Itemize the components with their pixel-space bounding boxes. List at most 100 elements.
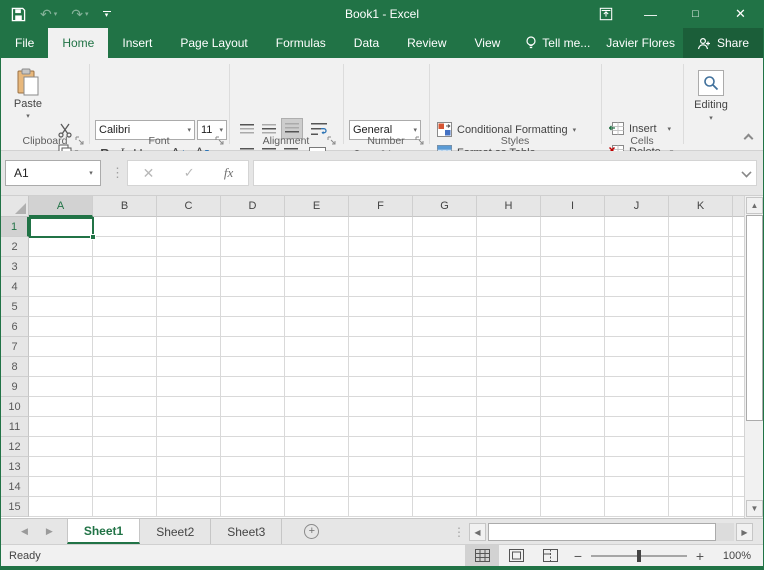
- font-dialog-launcher-icon[interactable]: [215, 136, 225, 146]
- page-break-preview-button[interactable]: [533, 545, 567, 567]
- horizontal-scrollbar-thumb[interactable]: [488, 523, 716, 541]
- selected-cell-outline[interactable]: [29, 217, 94, 238]
- scroll-up-icon[interactable]: ▲: [746, 197, 763, 214]
- name-box-dropdown-icon[interactable]: ▾: [82, 161, 100, 185]
- insert-function-icon[interactable]: fx: [224, 165, 233, 181]
- group-divider: [89, 64, 90, 144]
- name-box[interactable]: A1 ▾: [5, 160, 101, 186]
- scroll-right-icon[interactable]: ▶: [736, 523, 753, 541]
- zoom-slider-thumb[interactable]: [637, 550, 641, 562]
- ribbon-tab[interactable]: File: [1, 28, 48, 58]
- clipboard-dialog-launcher-icon[interactable]: [75, 136, 85, 146]
- editing-dropdown-icon[interactable]: ▾: [709, 114, 713, 122]
- horizontal-scrollbar-track[interactable]: [716, 523, 734, 541]
- maximize-icon[interactable]: □: [673, 0, 718, 28]
- tell-me-label: Tell me...: [542, 36, 590, 50]
- conditional-formatting-dropdown-icon[interactable]: ▾: [573, 126, 577, 134]
- select-all-button[interactable]: [1, 196, 29, 217]
- ribbon-tab[interactable]: View: [461, 28, 515, 58]
- row-header[interactable]: 10: [1, 397, 29, 417]
- formula-bar-splitter[interactable]: ⋮: [111, 164, 124, 182]
- vertical-scrollbar-thumb[interactable]: [746, 215, 763, 421]
- column-header[interactable]: F: [349, 196, 413, 217]
- row-header[interactable]: 5: [1, 297, 29, 317]
- tab-bar-splitter[interactable]: ⋮: [453, 523, 465, 541]
- minimize-icon[interactable]: —: [628, 0, 673, 28]
- page-break-preview-icon: [543, 549, 558, 562]
- insert-dropdown-icon[interactable]: ▾: [668, 125, 672, 133]
- fill-handle[interactable]: [90, 234, 96, 240]
- number-dialog-launcher-icon[interactable]: [415, 136, 425, 146]
- font-size-dropdown-icon[interactable]: ▾: [215, 126, 223, 134]
- paste-button[interactable]: Paste ▾: [9, 64, 47, 140]
- column-header[interactable]: C: [157, 196, 221, 217]
- column-header[interactable]: B: [93, 196, 157, 217]
- zoom-slider[interactable]: [591, 555, 687, 557]
- sheet-cells[interactable]: [29, 217, 745, 517]
- alignment-dialog-launcher-icon[interactable]: [327, 136, 337, 146]
- row-header[interactable]: 14: [1, 477, 29, 497]
- column-header[interactable]: I: [541, 196, 605, 217]
- customize-quick-access-icon[interactable]: ▾: [103, 3, 111, 25]
- column-header[interactable]: H: [477, 196, 541, 217]
- ribbon-tab[interactable]: Data: [340, 28, 393, 58]
- column-header[interactable]: G: [413, 196, 477, 217]
- enter-entry-icon[interactable]: ✓: [184, 165, 195, 181]
- vertical-scrollbar[interactable]: ▲ ▼: [744, 196, 763, 518]
- row-header[interactable]: 4: [1, 277, 29, 297]
- user-account[interactable]: Javier Flores: [598, 28, 683, 58]
- row-header[interactable]: 13: [1, 457, 29, 477]
- ribbon-tab[interactable]: Page Layout: [166, 28, 261, 58]
- row-header[interactable]: 12: [1, 437, 29, 457]
- normal-view-button[interactable]: [465, 545, 499, 567]
- ribbon-tab[interactable]: Home: [48, 28, 108, 58]
- next-sheet-icon[interactable]: ▶: [46, 526, 53, 537]
- scroll-down-icon[interactable]: ▼: [746, 500, 763, 517]
- zoom-out-icon[interactable]: −: [567, 548, 589, 564]
- share-button[interactable]: Share: [683, 28, 763, 58]
- tell-me-box[interactable]: Tell me...: [517, 28, 598, 58]
- row-header[interactable]: 15: [1, 497, 29, 517]
- cancel-entry-icon[interactable]: ✕: [143, 165, 155, 182]
- previous-sheet-icon[interactable]: ◀: [21, 526, 28, 537]
- paste-dropdown-icon[interactable]: ▾: [26, 112, 30, 120]
- row-header[interactable]: 1: [1, 217, 29, 237]
- ribbon-tab[interactable]: Insert: [108, 28, 166, 58]
- sheet-tab[interactable]: Sheet1: [67, 519, 140, 544]
- column-header[interactable]: A: [29, 196, 93, 217]
- font-name-dropdown-icon[interactable]: ▾: [183, 126, 191, 134]
- scroll-left-icon[interactable]: ◀: [469, 523, 486, 541]
- page-layout-view-button[interactable]: [499, 545, 533, 567]
- conditional-formatting-button[interactable]: Conditional Formatting: [457, 124, 568, 136]
- row-header[interactable]: 6: [1, 317, 29, 337]
- row-header[interactable]: 8: [1, 357, 29, 377]
- editing-group-button[interactable]: Editing ▾: [689, 64, 733, 142]
- collapse-ribbon-icon[interactable]: [745, 135, 752, 142]
- row-header[interactable]: 7: [1, 337, 29, 357]
- column-header[interactable]: D: [221, 196, 285, 217]
- zoom-in-icon[interactable]: +: [689, 548, 711, 564]
- ribbon-display-options-icon[interactable]: [583, 0, 628, 28]
- sheet-tab[interactable]: Sheet2: [140, 519, 211, 544]
- sheet-tab[interactable]: Sheet3: [211, 519, 282, 544]
- ribbon-tab[interactable]: Formulas: [262, 28, 340, 58]
- close-icon[interactable]: ✕: [718, 0, 763, 28]
- row-header[interactable]: 2: [1, 237, 29, 257]
- worksheet-area: ABCDEFGHIJK 123456789101112131415 ▲ ▼: [1, 196, 763, 518]
- row-header[interactable]: 3: [1, 257, 29, 277]
- undo-icon[interactable]: ↶▾: [40, 3, 57, 25]
- number-format-dropdown-icon[interactable]: ▾: [409, 126, 417, 134]
- horizontal-scrollbar[interactable]: ◀ ▶: [469, 523, 753, 541]
- redo-icon[interactable]: ↷▾: [71, 3, 88, 25]
- row-header[interactable]: 9: [1, 377, 29, 397]
- insert-cells-button[interactable]: Insert: [629, 123, 657, 135]
- column-header[interactable]: J: [605, 196, 669, 217]
- save-icon[interactable]: [11, 3, 26, 25]
- ribbon-tab[interactable]: Review: [393, 28, 460, 58]
- row-header[interactable]: 11: [1, 417, 29, 437]
- new-sheet-button[interactable]: +: [282, 519, 341, 544]
- column-header[interactable]: E: [285, 196, 349, 217]
- formula-bar-input[interactable]: [253, 160, 757, 186]
- column-header[interactable]: K: [669, 196, 733, 217]
- zoom-level-label[interactable]: 100%: [711, 550, 763, 562]
